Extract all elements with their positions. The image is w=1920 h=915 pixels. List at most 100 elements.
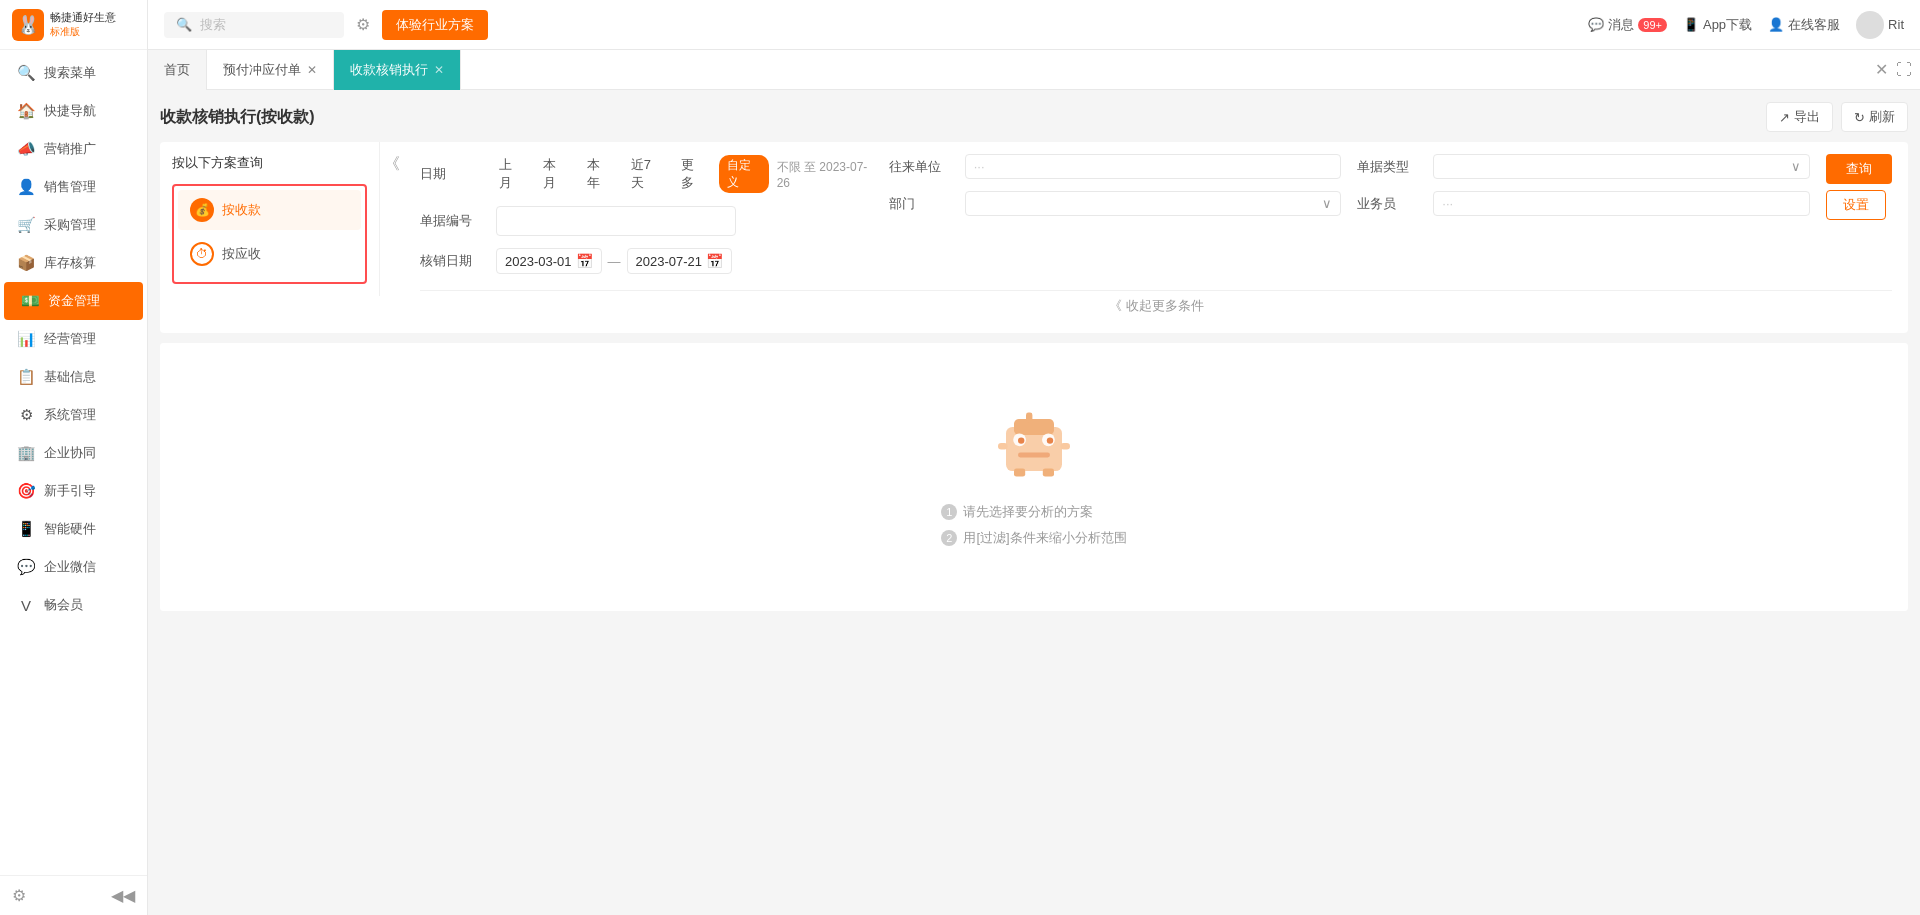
verification-start-input[interactable]: 2023-03-01 📅 <box>496 248 602 274</box>
filter-option-by-collection[interactable]: 💰 按收款 <box>178 190 361 230</box>
collection-label: 收款核销执行 <box>350 61 428 79</box>
salesperson-select[interactable]: ··· <box>1433 191 1810 216</box>
app-download-item[interactable]: 📱 App下载 <box>1683 16 1752 34</box>
page-actions: ↗ 导出 ↻ 刷新 <box>1766 102 1908 132</box>
counterparty-field-group: 往来单位 ··· 部门 ∨ <box>889 154 1342 228</box>
sidebar-item-finance[interactable]: 💵 资金管理 <box>4 282 143 320</box>
user-avatar <box>1856 11 1884 39</box>
tab-close-prepay[interactable]: ✕ <box>307 63 317 77</box>
header-left: 🔍 搜索 ⚙ 体验行业方案 <box>164 10 488 40</box>
date-this-year[interactable]: 本年 <box>581 154 617 194</box>
svg-rect-8 <box>998 443 1008 449</box>
collapse-sidebar-icon[interactable]: ◀◀ <box>111 886 135 905</box>
collapse-more-btn[interactable]: 《 收起更多条件 <box>420 290 1892 321</box>
doc-type-field-group: 单据类型 ∨ 业务员 ··· <box>1357 154 1810 228</box>
doc-type-select[interactable]: ∨ <box>1433 154 1810 179</box>
sidebar-item-enterprise[interactable]: 🏢 企业协同 <box>0 434 147 472</box>
sidebar-item-basic-info[interactable]: 📋 基础信息 <box>0 358 147 396</box>
svg-rect-9 <box>1060 443 1070 449</box>
sidebar-item-management[interactable]: 📊 经营管理 <box>0 320 147 358</box>
tab-close-collection[interactable]: ✕ <box>434 63 444 77</box>
cal-icon-end: 📅 <box>706 253 723 269</box>
date-more[interactable]: 更多 <box>675 154 711 194</box>
export-btn[interactable]: ↗ 导出 <box>1766 102 1833 132</box>
marketing-label: 营销推广 <box>44 140 96 158</box>
sidebar-item-smart-hw[interactable]: 📱 智能硬件 <box>0 510 147 548</box>
tab-prepay[interactable]: 预付冲应付单 ✕ <box>207 50 334 90</box>
refresh-btn[interactable]: ↻ 刷新 <box>1841 102 1908 132</box>
filter-by-receivable-icon: ⏱ <box>190 242 214 266</box>
sidebar-item-wechat[interactable]: 💬 企业微信 <box>0 548 147 586</box>
settings-field-btn[interactable]: 设置 <box>1826 190 1886 220</box>
purchase-label: 采购管理 <box>44 216 96 234</box>
user-name: Rit <box>1888 17 1904 32</box>
header-gear-icon[interactable]: ⚙ <box>356 15 370 34</box>
industry-solution-btn[interactable]: 体验行业方案 <box>382 10 488 40</box>
finance-icon: 💵 <box>20 292 40 310</box>
header-search-box[interactable]: 🔍 搜索 <box>164 12 344 38</box>
sidebar-item-purchase[interactable]: 🛒 采购管理 <box>0 206 147 244</box>
wechat-label: 企业微信 <box>44 558 96 576</box>
customer-service-item[interactable]: 👤 在线客服 <box>1768 16 1840 34</box>
tab-home[interactable]: 首页 <box>148 50 207 90</box>
panel-collapse-icon[interactable]: 《 <box>380 151 404 176</box>
query-btn[interactable]: 查询 <box>1826 154 1892 184</box>
member-icon: V <box>16 597 36 614</box>
date-this-month[interactable]: 本月 <box>537 154 573 194</box>
sidebar-item-search-menu[interactable]: 🔍 搜索菜单 <box>0 54 147 92</box>
filter-option-by-receivable[interactable]: ⏱ 按应收 <box>178 234 361 274</box>
inventory-label: 库存核算 <box>44 254 96 272</box>
enterprise-label: 企业协同 <box>44 444 96 462</box>
filter-left-wrapper: 按以下方案查询 💰 按收款 ⏱ 按应收 《 <box>160 142 404 333</box>
salesperson-label: 业务员 <box>1357 195 1417 213</box>
user-info[interactable]: Rit <box>1856 11 1904 39</box>
counterparty-row: 往来单位 ··· <box>889 154 1342 179</box>
empty-illustration <box>984 403 1084 483</box>
filter-right: 日期 上月 本月 本年 近7天 更多 自定义 不限 至 2023-07-26 <box>404 142 1908 333</box>
tab-expand-icon[interactable]: ⛶ <box>1896 61 1912 79</box>
verification-end-input[interactable]: 2023-07-21 📅 <box>627 248 733 274</box>
date-label: 日期 <box>420 165 477 183</box>
filter-by-receivable-label: 按应收 <box>222 245 261 263</box>
date-last-month[interactable]: 上月 <box>493 154 529 194</box>
tip-num-1: 1 <box>941 504 957 520</box>
date-quick-group: 上月 本月 本年 近7天 更多 自定义 不限 至 2023-07-26 <box>493 154 873 194</box>
sidebar-item-marketing[interactable]: 📣 营销推广 <box>0 130 147 168</box>
refresh-icon: ↻ <box>1854 110 1865 125</box>
tab-bar: 首页 预付冲应付单 ✕ 收款核销执行 ✕ ✕ ⛶ <box>148 50 1920 90</box>
tab-collection[interactable]: 收款核销执行 ✕ <box>334 50 461 90</box>
sidebar-item-system[interactable]: ⚙ 系统管理 <box>0 396 147 434</box>
filter-left: 按以下方案查询 💰 按收款 ⏱ 按应收 <box>160 142 380 296</box>
sidebar: 🐰 畅捷通好生意 标准版 🔍 搜索菜单 🏠 快捷导航 📣 营销推广 👤 销售管理… <box>0 0 148 915</box>
sidebar-item-member[interactable]: V 畅会员 <box>0 586 147 624</box>
empty-tip-1: 1 请先选择要分析的方案 <box>941 499 1126 525</box>
counterparty-select[interactable]: ··· <box>965 154 1342 179</box>
sidebar-item-sales[interactable]: 👤 销售管理 <box>0 168 147 206</box>
date-custom-badge[interactable]: 自定义 <box>719 155 768 193</box>
sidebar-item-quick-nav[interactable]: 🏠 快捷导航 <box>0 92 147 130</box>
sidebar-item-inventory[interactable]: 📦 库存核算 <box>0 244 147 282</box>
export-label: 导出 <box>1794 108 1820 126</box>
department-select[interactable]: ∨ <box>965 191 1342 216</box>
tab-close-all-icon[interactable]: ✕ <box>1875 60 1888 79</box>
content-area: 1 请先选择要分析的方案 2 用[过滤]条件来缩小分析范围 <box>160 343 1908 611</box>
app-icon: 📱 <box>1683 17 1699 32</box>
enterprise-icon: 🏢 <box>16 444 36 462</box>
sidebar-item-guide[interactable]: 🎯 新手引导 <box>0 472 147 510</box>
department-arrow: ∨ <box>1322 196 1332 211</box>
export-icon: ↗ <box>1779 110 1790 125</box>
search-icon: 🔍 <box>176 17 192 32</box>
doc-type-arrow: ∨ <box>1791 159 1801 174</box>
query-buttons-group: 查询 设置 <box>1826 154 1892 220</box>
guide-label: 新手引导 <box>44 482 96 500</box>
date-last-7days[interactable]: 近7天 <box>625 154 668 194</box>
svg-rect-10 <box>1014 469 1025 477</box>
app-name: 畅捷通好生意 <box>50 10 116 24</box>
settings-icon[interactable]: ⚙ <box>12 886 26 905</box>
svg-point-5 <box>1018 437 1024 443</box>
date-no-limit: 不限 至 2023-07-26 <box>777 159 873 190</box>
sidebar-logo: 🐰 畅捷通好生意 标准版 <box>0 0 147 50</box>
messages-item[interactable]: 💬 消息 99+ <box>1588 16 1667 34</box>
collapse-more-label: 收起更多条件 <box>1126 297 1204 315</box>
doc-number-input[interactable] <box>496 206 736 236</box>
